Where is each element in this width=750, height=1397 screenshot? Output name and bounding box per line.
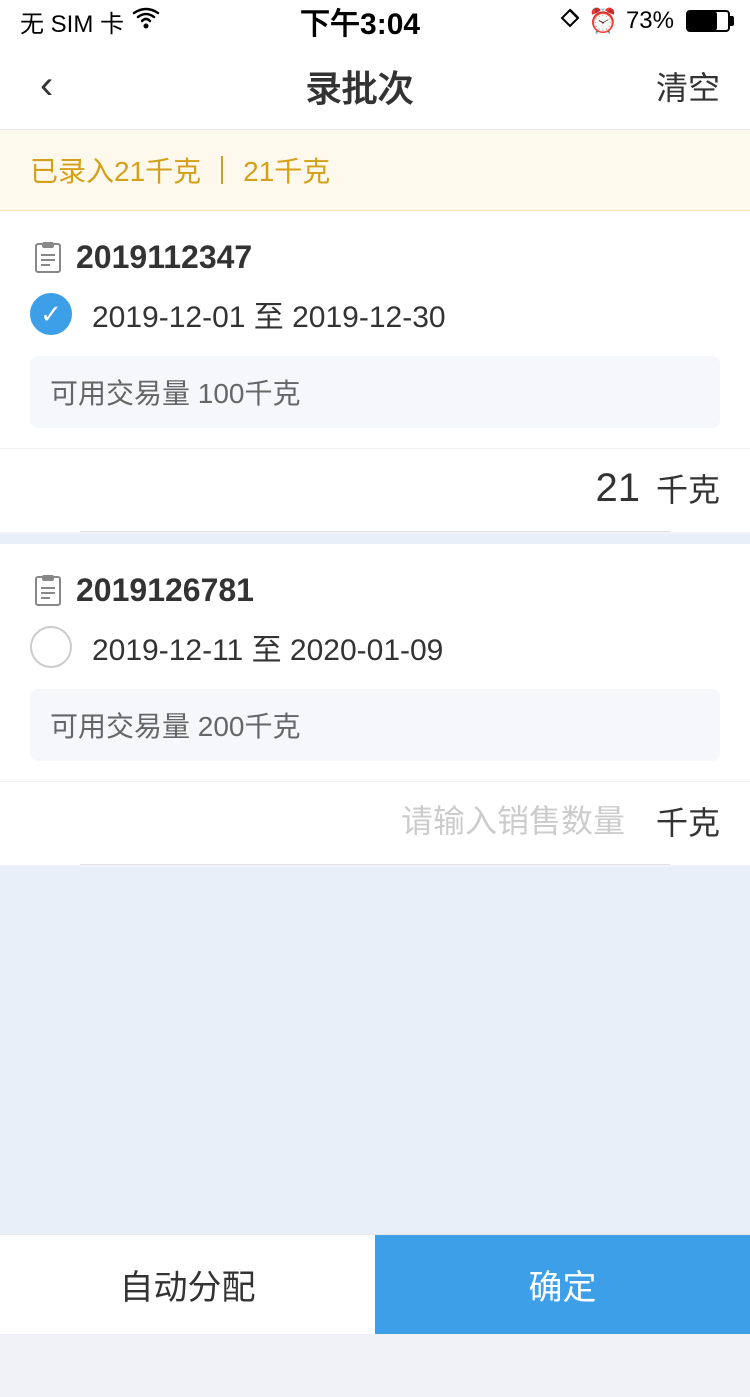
nav-bar: ‹ 录批次 清空 — [0, 42, 750, 130]
confirm-button[interactable]: 确定 — [375, 1235, 750, 1334]
batch2-date: 2019-12-11 至 2020-01-09 — [92, 625, 443, 669]
banner-divider — [221, 156, 223, 184]
alarm-icon: ⏰ — [588, 7, 618, 36]
battery-icon — [686, 10, 730, 32]
batch2-qty-input-row: 千克 — [0, 781, 750, 864]
batch1-radio[interactable] — [30, 293, 72, 335]
wifi-icon — [132, 7, 160, 36]
batch1-date: 2019-12-01 至 2019-12-30 — [92, 292, 446, 336]
batch2-separator — [80, 864, 670, 865]
card-gap — [0, 534, 750, 544]
batch2-radio[interactable] — [30, 626, 72, 668]
background-area — [0, 867, 750, 1297]
page-title: 录批次 — [306, 60, 414, 112]
batch1-number: 2019112347 — [76, 239, 252, 276]
status-bar-time: 下午3:04 — [300, 0, 420, 43]
batch2-date-row: 2019-12-11 至 2020-01-09 — [30, 625, 720, 669]
batch2-header: 2019126781 — [30, 572, 720, 609]
location-icon — [560, 7, 580, 35]
status-bar-right: ⏰ 73% — [560, 7, 730, 36]
batch2-number: 2019126781 — [76, 572, 254, 609]
batch1-header: 2019112347 — [30, 239, 720, 276]
batch1-date-row: 2019-12-01 至 2019-12-30 — [30, 292, 720, 336]
batch1-available: 可用交易量 100千克 — [30, 356, 720, 428]
back-button[interactable]: ‹ — [30, 53, 63, 118]
total-qty: 21千克 — [243, 150, 330, 190]
batch1-icon — [30, 240, 66, 276]
batch2-available: 可用交易量 200千克 — [30, 689, 720, 761]
info-banner: 已录入21千克 21千克 — [0, 130, 750, 211]
batch2-card: 2019126781 2019-12-11 至 2020-01-09 可用交易量… — [0, 544, 750, 865]
status-bar-left: 无 SIM 卡 — [20, 4, 160, 39]
sim-text: 无 SIM 卡 — [20, 4, 124, 39]
batch2-qty-input[interactable] — [30, 803, 640, 840]
battery-percent: 73% — [626, 7, 674, 35]
batch2-qty-unit: 千克 — [656, 798, 720, 844]
batch1-separator — [80, 531, 670, 532]
status-bar: 无 SIM 卡 下午3:04 ⏰ 73% — [0, 0, 750, 42]
batch1-card: 2019112347 2019-12-01 至 2019-12-30 可用交易量… — [0, 211, 750, 532]
batch2-icon — [30, 573, 66, 609]
auto-distribute-button[interactable]: 自动分配 — [0, 1235, 375, 1334]
batch1-qty-row: 21 千克 — [0, 448, 750, 531]
batch1-qty-value: 21 — [595, 466, 640, 511]
batch2-inner: 2019126781 2019-12-11 至 2020-01-09 可用交易量… — [0, 544, 750, 761]
clear-button[interactable]: 清空 — [656, 63, 720, 109]
batch1-qty-unit: 千克 — [656, 465, 720, 511]
recorded-qty: 已录入21千克 — [30, 150, 201, 190]
bottom-bar: 自动分配 确定 — [0, 1234, 750, 1334]
batch1-inner: 2019112347 2019-12-01 至 2019-12-30 可用交易量… — [0, 211, 750, 428]
